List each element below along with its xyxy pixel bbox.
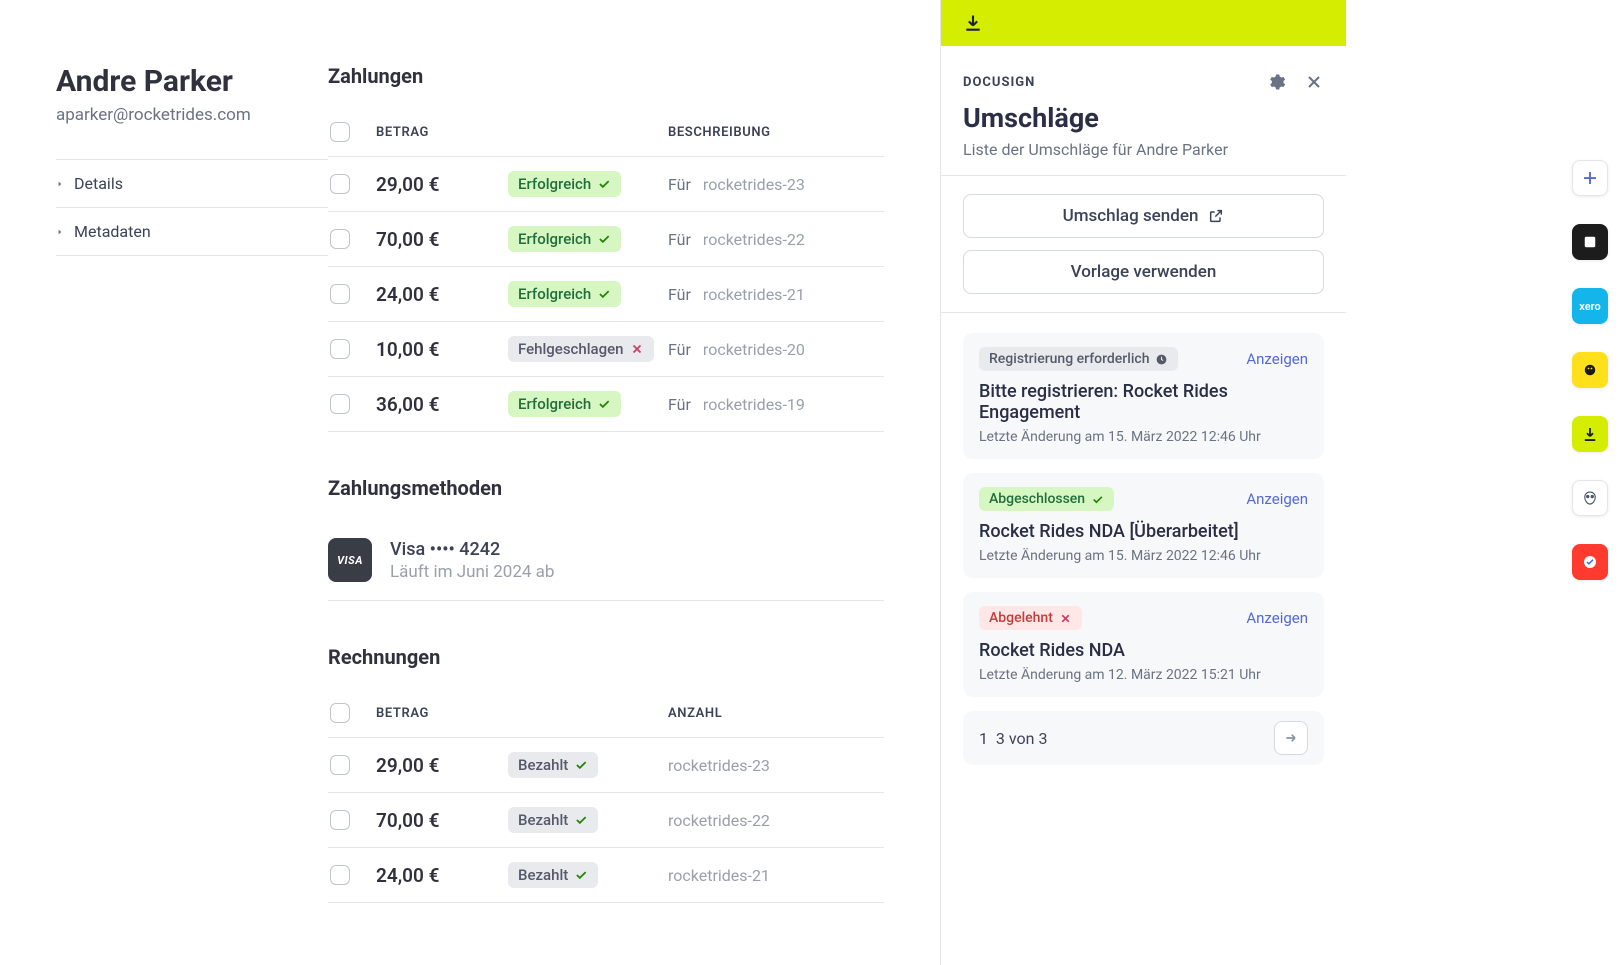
col-amount: BETRAG xyxy=(376,125,508,140)
desc-prefix: Für xyxy=(668,285,691,304)
docusign-title: Umschläge xyxy=(963,102,1324,134)
sidelink-label: Metadaten xyxy=(74,222,151,241)
payment-amount: 10,00 € xyxy=(376,338,508,361)
invoice-amount: 70,00 € xyxy=(376,809,508,832)
desc-prefix: Für xyxy=(668,175,691,194)
payment-ref: rocketrides-23 xyxy=(703,175,805,194)
row-checkbox[interactable] xyxy=(330,284,350,304)
rail-owl-icon[interactable] xyxy=(1572,480,1608,516)
payment-row[interactable]: 24,00 €Erfolgreich Für rocketrides-21 xyxy=(328,267,884,322)
status-badge: Fehlgeschlagen xyxy=(508,336,654,362)
rail-docusign-icon[interactable] xyxy=(1572,416,1608,452)
gear-icon[interactable] xyxy=(1266,72,1286,92)
col-inv-amount: BETRAG xyxy=(376,706,508,721)
docusign-subtitle: Liste der Umschläge für Andre Parker xyxy=(963,140,1324,159)
docusign-label: DOCUSIGN xyxy=(963,75,1035,90)
row-checkbox[interactable] xyxy=(330,394,350,414)
payment-ref: rocketrides-20 xyxy=(703,340,805,359)
rail-mailchimp-icon[interactable] xyxy=(1572,352,1608,388)
row-checkbox[interactable] xyxy=(330,339,350,359)
envelope-status: Registrierung erforderlich xyxy=(979,347,1178,371)
invoice-ref: rocketrides-22 xyxy=(668,811,770,830)
col-inv-count: ANZAHL xyxy=(668,706,722,721)
payment-row[interactable]: 29,00 €Erfolgreich Für rocketrides-23 xyxy=(328,157,884,212)
status-badge: Bezahlt xyxy=(508,752,598,778)
docusign-topbar xyxy=(941,0,1346,46)
select-all-payments-checkbox[interactable] xyxy=(330,122,350,142)
invoices-title: Rechnungen xyxy=(328,645,884,669)
envelope-title: Rocket Rides NDA [Überarbeitet] xyxy=(979,521,1308,542)
payment-row[interactable]: 36,00 €Erfolgreich Für rocketrides-19 xyxy=(328,377,884,432)
payment-ref: rocketrides-19 xyxy=(703,395,805,414)
payment-amount: 24,00 € xyxy=(376,283,508,306)
row-checkbox[interactable] xyxy=(330,229,350,249)
download-icon[interactable] xyxy=(963,13,983,33)
row-checkbox[interactable] xyxy=(330,810,350,830)
status-badge: Erfolgreich xyxy=(508,226,621,252)
envelope-pager: 1 3 von 3 xyxy=(963,711,1324,765)
envelope-status: Abgelehnt xyxy=(979,606,1082,630)
payment-ref: rocketrides-21 xyxy=(703,285,805,304)
payment-row[interactable]: 70,00 €Erfolgreich Für rocketrides-22 xyxy=(328,212,884,267)
envelope-meta: Letzte Änderung am 12. März 2022 15:21 U… xyxy=(979,667,1308,683)
payment-amount: 70,00 € xyxy=(376,228,508,251)
invoice-amount: 29,00 € xyxy=(376,754,508,777)
desc-prefix: Für xyxy=(668,230,691,249)
docusign-panel: DOCUSIGN Umschläge Liste der Umschläge f… xyxy=(940,0,1346,965)
envelope-card[interactable]: Registrierung erforderlich Anzeigen Bitte… xyxy=(963,333,1324,459)
visa-icon: VISA xyxy=(328,538,372,582)
envelope-status: Abgeschlossen xyxy=(979,487,1114,511)
status-badge: Erfolgreich xyxy=(508,171,621,197)
rail-check-icon[interactable] xyxy=(1572,544,1608,580)
rail-xero-icon[interactable]: xero xyxy=(1572,288,1608,324)
payment-ref: rocketrides-22 xyxy=(703,230,805,249)
pager-next-button[interactable] xyxy=(1274,721,1308,755)
row-checkbox[interactable] xyxy=(330,865,350,885)
status-badge: Bezahlt xyxy=(508,862,598,888)
status-badge: Erfolgreich xyxy=(508,391,621,417)
envelope-view-link[interactable]: Anzeigen xyxy=(1246,350,1308,368)
payments-title: Zahlungen xyxy=(328,64,884,88)
envelope-title: Bitte registrieren: Rocket Rides Engagem… xyxy=(979,381,1308,423)
desc-prefix: Für xyxy=(668,340,691,359)
sidelink-details[interactable]: Details xyxy=(56,159,328,208)
invoice-row[interactable]: 29,00 €Bezahlt rocketrides-23 xyxy=(328,738,884,793)
select-all-invoices-checkbox[interactable] xyxy=(330,703,350,723)
payment-amount: 36,00 € xyxy=(376,393,508,416)
sidelink-label: Details xyxy=(74,174,123,193)
invoice-row[interactable]: 70,00 €Bezahlt rocketrides-22 xyxy=(328,793,884,848)
desc-prefix: Für xyxy=(668,395,691,414)
envelope-meta: Letzte Änderung am 15. März 2022 12:46 U… xyxy=(979,429,1308,445)
invoice-ref: rocketrides-23 xyxy=(668,756,770,775)
envelope-view-link[interactable]: Anzeigen xyxy=(1246,609,1308,627)
sidelink-metadaten[interactable]: Metadaten xyxy=(56,208,328,256)
row-checkbox[interactable] xyxy=(330,174,350,194)
status-badge: Bezahlt xyxy=(508,807,598,833)
invoice-amount: 24,00 € xyxy=(376,864,508,887)
invoice-row[interactable]: 24,00 €Bezahlt rocketrides-21 xyxy=(328,848,884,903)
row-checkbox[interactable] xyxy=(330,755,350,775)
envelope-view-link[interactable]: Anzeigen xyxy=(1246,490,1308,508)
close-icon[interactable] xyxy=(1304,72,1324,92)
paymethods-title: Zahlungsmethoden xyxy=(328,476,884,500)
payment-amount: 29,00 € xyxy=(376,173,508,196)
envelope-card[interactable]: Abgeschlossen Anzeigen Rocket Rides NDA [… xyxy=(963,473,1324,578)
rail-intercom-icon[interactable] xyxy=(1572,224,1608,260)
envelope-card[interactable]: Abgelehnt Anzeigen Rocket Rides NDA Letzte… xyxy=(963,592,1324,697)
card-line2: Läuft im Juni 2024 ab xyxy=(390,562,554,582)
pager-text: 1 3 von 3 xyxy=(979,729,1047,748)
col-desc: BESCHREIBUNG xyxy=(668,125,771,140)
rail-add-icon[interactable] xyxy=(1572,160,1608,196)
customer-email: aparker@rocketrides.com xyxy=(56,105,328,125)
payment-row[interactable]: 10,00 €Fehlgeschlagen Für rocketrides-20 xyxy=(328,322,884,377)
card-line1: Visa •••• 4242 xyxy=(390,539,554,560)
send-envelope-button[interactable]: Umschlag senden xyxy=(963,194,1324,238)
use-template-button[interactable]: Vorlage verwenden xyxy=(963,250,1324,294)
invoice-ref: rocketrides-21 xyxy=(668,866,770,885)
external-link-icon xyxy=(1208,208,1224,224)
envelope-title: Rocket Rides NDA xyxy=(979,640,1308,661)
customer-name: Andre Parker xyxy=(56,64,328,99)
status-badge: Erfolgreich xyxy=(508,281,621,307)
envelope-meta: Letzte Änderung am 15. März 2022 12:46 U… xyxy=(979,548,1308,564)
